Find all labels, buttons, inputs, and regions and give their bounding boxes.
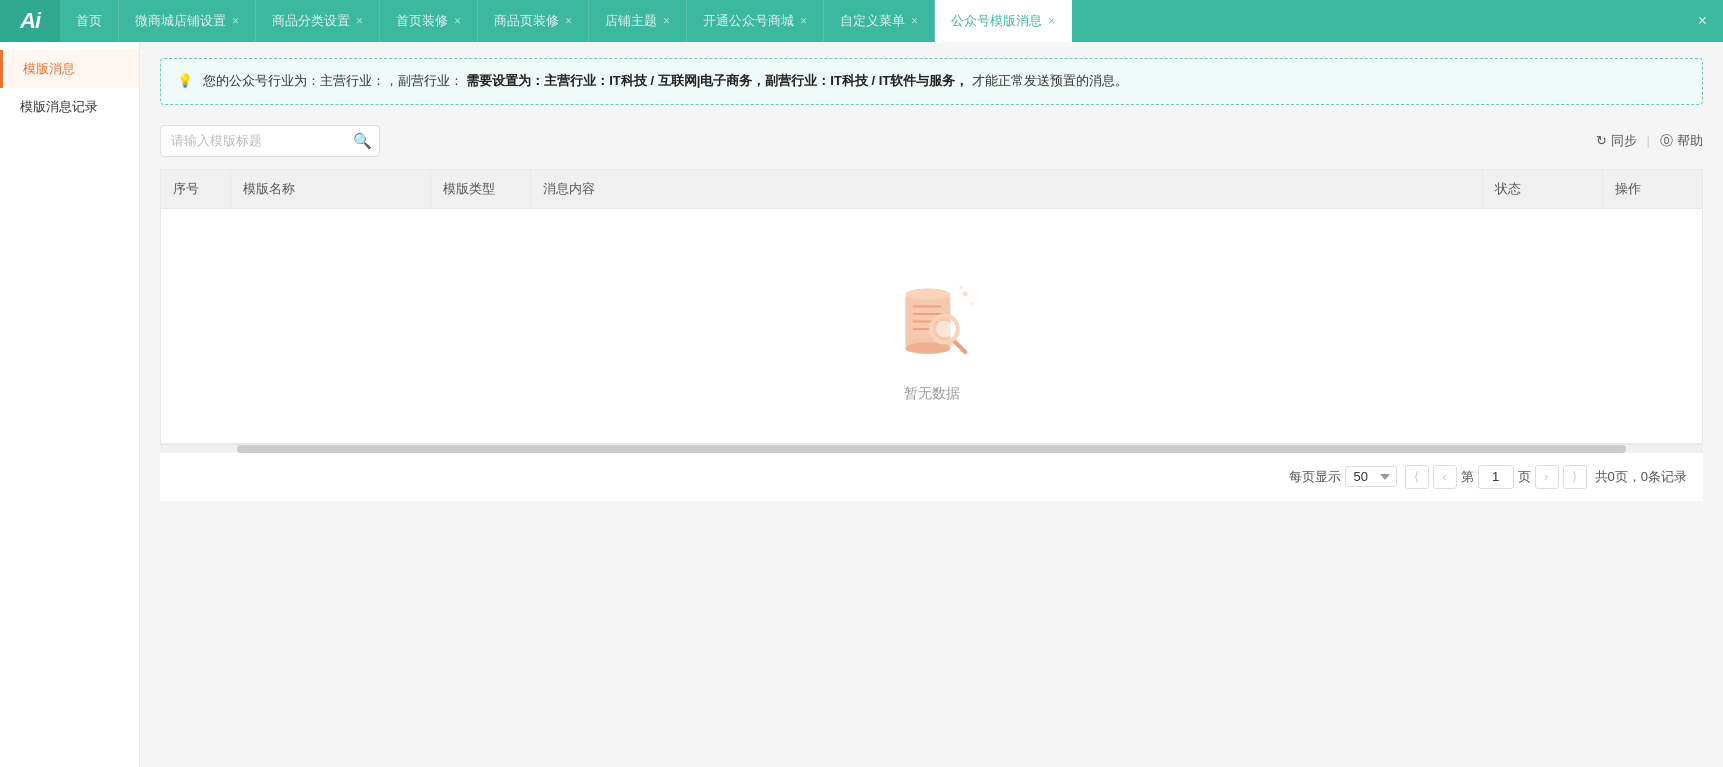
page-size-dropdown[interactable]: 50 10 20 100 bbox=[1345, 466, 1397, 487]
empty-illustration bbox=[882, 269, 982, 369]
svg-point-12 bbox=[970, 302, 973, 305]
tab-store-theme[interactable]: 店铺主题 × bbox=[589, 0, 687, 42]
svg-line-8 bbox=[952, 340, 965, 353]
svg-point-2 bbox=[905, 288, 950, 300]
tab-home[interactable]: 首页 bbox=[60, 0, 119, 42]
tab-product-category-label: 商品分类设置 bbox=[272, 12, 350, 30]
scroll-thumb[interactable] bbox=[237, 445, 1626, 453]
content-area: 💡 您的公众号行业为：主营行业：，副营行业： 需要设置为：主营行业：IT科技 /… bbox=[140, 42, 1723, 767]
help-button[interactable]: ⓪ 帮助 bbox=[1660, 132, 1703, 150]
sidebar-item-template-msg[interactable]: 模版消息 bbox=[0, 50, 139, 88]
toolbar-divider: | bbox=[1647, 133, 1650, 148]
tab-product-decor-close[interactable]: × bbox=[565, 14, 572, 28]
tab-home-decor-close[interactable]: × bbox=[454, 14, 461, 28]
tab-product-decor-label: 商品页装修 bbox=[494, 12, 559, 30]
sidebar-item-template-records[interactable]: 模版消息记录 bbox=[0, 88, 139, 126]
sidebar: 模版消息 模版消息记录 bbox=[0, 42, 140, 767]
app-logo: Ai bbox=[0, 0, 60, 42]
col-index: 序号 bbox=[161, 169, 231, 208]
sync-button[interactable]: ↻ 同步 bbox=[1596, 132, 1637, 150]
notice-highlight: 需要设置为：主营行业：IT科技 / 互联网|电子商务，副营行业：IT科技 / I… bbox=[466, 73, 968, 88]
col-type: 模版类型 bbox=[431, 169, 531, 208]
page-size-select: 每页显示 50 10 20 100 bbox=[1289, 466, 1397, 487]
tab-store-settings-label: 微商城店铺设置 bbox=[135, 12, 226, 30]
tab-custom-menu[interactable]: 自定义菜单 × bbox=[824, 0, 935, 42]
search-input[interactable] bbox=[160, 125, 380, 157]
tab-open-mall-label: 开通公众号商城 bbox=[703, 12, 794, 30]
pagination: 每页显示 50 10 20 100 ⟨ ‹ 第 页 › ⟩ 共0页，0条记录 bbox=[160, 452, 1703, 501]
sync-icon: ↻ bbox=[1596, 133, 1607, 148]
tab-product-decor[interactable]: 商品页装修 × bbox=[478, 0, 589, 42]
tab-template-msg[interactable]: 公众号模版消息 × bbox=[935, 0, 1072, 42]
first-page-button[interactable]: ⟨ bbox=[1405, 465, 1429, 489]
tab-product-category[interactable]: 商品分类设置 × bbox=[256, 0, 380, 42]
tab-product-category-close[interactable]: × bbox=[356, 14, 363, 28]
table-header-row: 序号 模版名称 模版类型 消息内容 状态 操作 bbox=[161, 169, 1703, 208]
tab-store-settings[interactable]: 微商城店铺设置 × bbox=[119, 0, 256, 42]
sync-label: 同步 bbox=[1611, 132, 1637, 150]
svg-point-10 bbox=[936, 320, 953, 337]
svg-point-13 bbox=[959, 285, 962, 288]
notice-prefix: 您的公众号行业为：主营行业：，副营行业： bbox=[203, 73, 463, 88]
next-page-button[interactable]: › bbox=[1535, 465, 1559, 489]
tab-bar-close-all[interactable]: × bbox=[1682, 12, 1723, 30]
total-text: 共0页，0条记录 bbox=[1595, 468, 1687, 486]
tab-template-msg-label: 公众号模版消息 bbox=[951, 12, 1042, 30]
tab-store-theme-label: 店铺主题 bbox=[605, 12, 657, 30]
search-input-wrap: 🔍 bbox=[160, 125, 380, 157]
tab-store-theme-close[interactable]: × bbox=[663, 14, 670, 28]
notice-suffix: 才能正常发送预置的消息。 bbox=[972, 73, 1128, 88]
tab-template-msg-close[interactable]: × bbox=[1048, 14, 1055, 28]
last-page-button[interactable]: ⟩ bbox=[1563, 465, 1587, 489]
search-bar: 🔍 ↻ 同步 | ⓪ 帮助 bbox=[160, 125, 1703, 157]
tab-home-label: 首页 bbox=[76, 12, 102, 30]
col-action: 操作 bbox=[1603, 169, 1703, 208]
tab-store-settings-close[interactable]: × bbox=[232, 14, 239, 28]
page-size-label: 每页显示 bbox=[1289, 468, 1341, 486]
tab-custom-menu-close[interactable]: × bbox=[911, 14, 918, 28]
tab-home-decor-label: 首页装修 bbox=[396, 12, 448, 30]
tab-custom-menu-label: 自定义菜单 bbox=[840, 12, 905, 30]
scroll-track[interactable] bbox=[160, 444, 1703, 452]
svg-point-11 bbox=[962, 291, 967, 296]
col-content: 消息内容 bbox=[531, 169, 1483, 208]
tab-open-mall[interactable]: 开通公众号商城 × bbox=[687, 0, 824, 42]
search-icon[interactable]: 🔍 bbox=[353, 132, 372, 150]
toolbar-right: ↻ 同步 | ⓪ 帮助 bbox=[1596, 132, 1703, 150]
empty-text: 暂无数据 bbox=[904, 385, 960, 403]
col-status: 状态 bbox=[1483, 169, 1603, 208]
prev-page-button[interactable]: ‹ bbox=[1433, 465, 1457, 489]
empty-state: 暂无数据 bbox=[161, 209, 1702, 443]
tab-bar: Ai 首页 微商城店铺设置 × 商品分类设置 × 首页装修 × 商品页装修 × … bbox=[0, 0, 1723, 42]
lightbulb-icon: 💡 bbox=[177, 73, 193, 88]
main-layout: 模版消息 模版消息记录 💡 您的公众号行业为：主营行业：，副营行业： 需要设置为… bbox=[0, 42, 1723, 767]
help-label: 帮助 bbox=[1677, 132, 1703, 150]
sidebar-item-template-records-label: 模版消息记录 bbox=[20, 99, 98, 114]
notice-banner: 💡 您的公众号行业为：主营行业：，副营行业： 需要设置为：主营行业：IT科技 /… bbox=[160, 58, 1703, 105]
sidebar-item-template-msg-label: 模版消息 bbox=[23, 61, 75, 76]
tab-open-mall-close[interactable]: × bbox=[800, 14, 807, 28]
data-table: 序号 模版名称 模版类型 消息内容 状态 操作 bbox=[160, 169, 1703, 444]
col-name: 模版名称 bbox=[231, 169, 431, 208]
help-icon: ⓪ bbox=[1660, 132, 1673, 150]
page-num-prefix: 第 bbox=[1461, 468, 1474, 486]
page-label: 页 bbox=[1518, 468, 1531, 486]
page-input[interactable] bbox=[1478, 465, 1514, 489]
tab-home-decor[interactable]: 首页装修 × bbox=[380, 0, 478, 42]
page-nav: ⟨ ‹ 第 页 › ⟩ bbox=[1405, 465, 1587, 489]
